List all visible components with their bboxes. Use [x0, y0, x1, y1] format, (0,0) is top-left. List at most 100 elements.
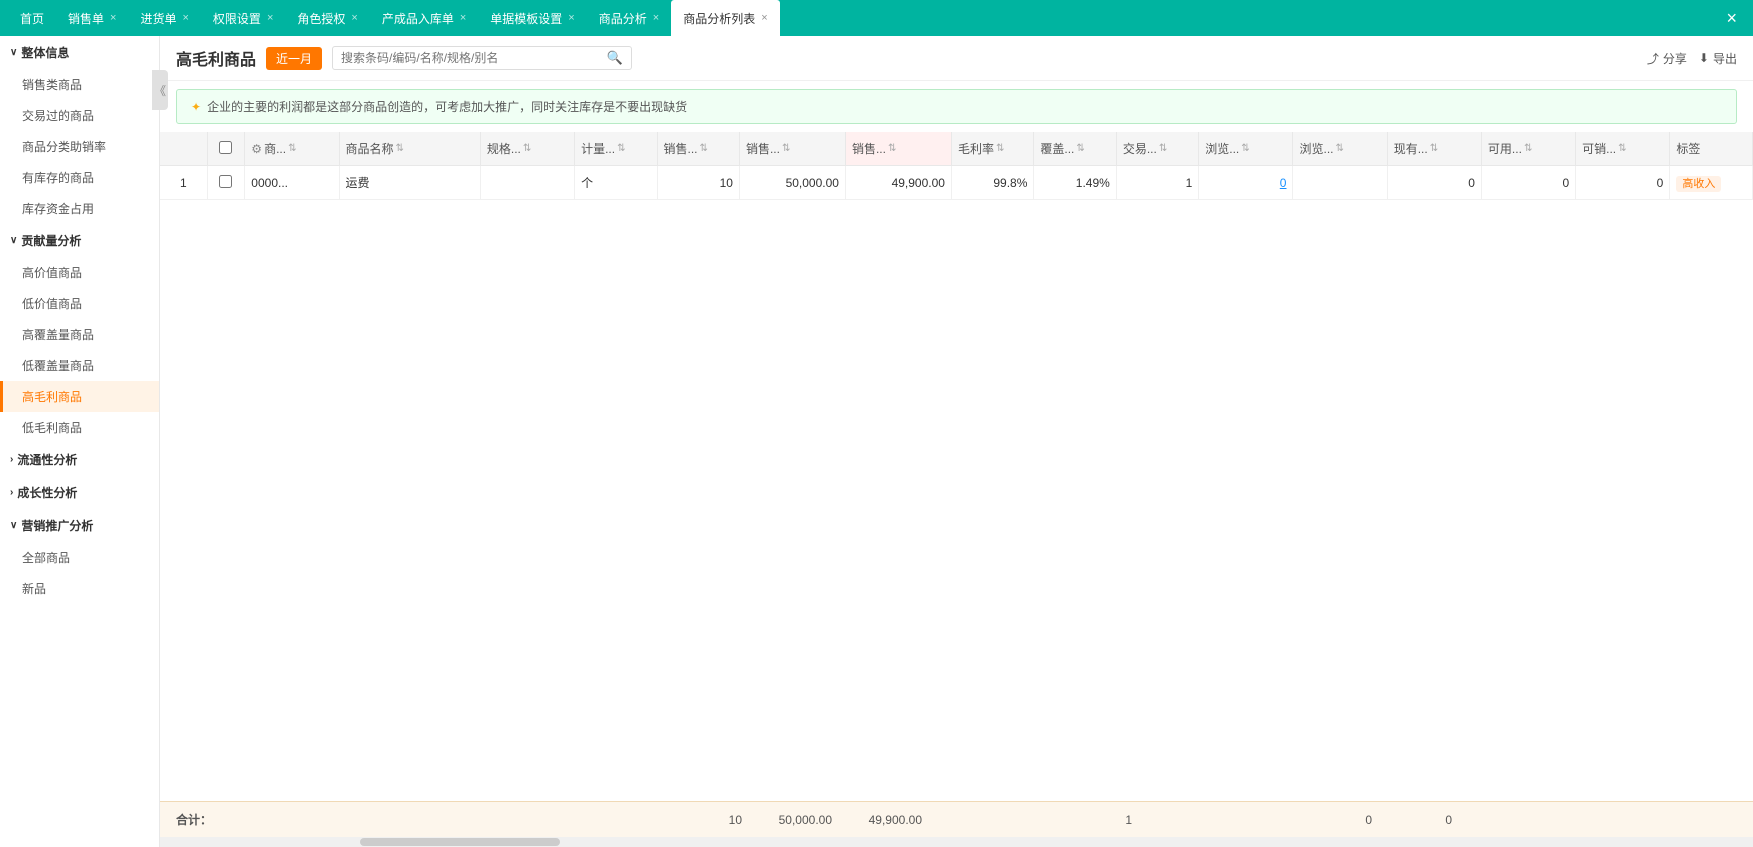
sidebar-group-liquidity[interactable]: › 流通性分析	[0, 443, 159, 476]
footer-sales-amt: 50,000.00	[748, 813, 838, 827]
tab-permission[interactable]: 权限设置 ×	[201, 0, 285, 36]
footer-label: 合计：	[176, 811, 296, 828]
sidebar-item-sales-goods[interactable]: 销售类商品	[0, 69, 159, 100]
sidebar-item-low-value[interactable]: 低价值商品	[0, 288, 159, 319]
tab-home[interactable]: 首页	[8, 0, 56, 36]
close-icon[interactable]: ×	[182, 12, 188, 24]
tab-role[interactable]: 角色授权 ×	[285, 0, 369, 36]
cell-stock1: 0	[1387, 166, 1481, 200]
sort-icon[interactable]: ⇅	[1159, 143, 1167, 154]
sort-icon[interactable]: ⇅	[523, 143, 531, 154]
sidebar-item-new-goods[interactable]: 新品	[0, 573, 159, 604]
col-header-check	[207, 132, 245, 166]
sidebar-item-high-margin[interactable]: 高毛利商品	[0, 381, 159, 412]
tab-template[interactable]: 单据模板设置 ×	[478, 0, 586, 36]
cell-gross-rate: 99.8%	[951, 166, 1033, 200]
col-header-spec: 规格... ⇅	[480, 132, 574, 166]
col-header-settings: ⚙ 商... ⇅	[245, 132, 339, 166]
sort-icon[interactable]: ⇅	[1430, 143, 1438, 154]
main-layout: ∨ 整体信息 销售类商品 交易过的商品 商品分类助销率 有库存的商品 库存资金占…	[0, 36, 1753, 847]
tab-purchase[interactable]: 进货单 ×	[128, 0, 200, 36]
cell-num: 1	[160, 166, 207, 200]
select-all-checkbox[interactable]	[219, 141, 232, 154]
sidebar-group-marketing[interactable]: ∨ 营销推广分析	[0, 509, 159, 542]
sort-icon[interactable]: ⇅	[996, 143, 1004, 154]
horizontal-scrollbar[interactable]	[160, 837, 1753, 847]
sidebar-item-category-rate[interactable]: 商品分类助销率	[0, 131, 159, 162]
share-button[interactable]: ⤴ 分享	[1647, 50, 1687, 67]
footer-stock1: 0	[1298, 813, 1378, 827]
chevron-right-icon: ›	[10, 487, 13, 498]
footer-trade: 1	[1068, 813, 1138, 827]
col-label-spec: 规格...	[487, 140, 521, 157]
sidebar-item-high-value[interactable]: 高价值商品	[0, 257, 159, 288]
sidebar-item-low-margin[interactable]: 低毛利商品	[0, 412, 159, 443]
content-area: 高毛利商品 近一月 🔍 ⤴ 分享 ⬇ 导出 ✦ 企业的主要的利润都是这部分商品创…	[160, 36, 1753, 847]
col-label-browse1: 浏览...	[1205, 140, 1239, 157]
close-icon[interactable]: ×	[460, 12, 466, 24]
sidebar-item-stock-capital[interactable]: 库存资金占用	[0, 193, 159, 224]
tab-product-analysis[interactable]: 商品分析 ×	[587, 0, 671, 36]
sort-icon[interactable]: ⇅	[1076, 143, 1084, 154]
cell-sales-amt: 50,000.00	[739, 166, 845, 200]
col-header-gross: 毛利率 ⇅	[951, 132, 1033, 166]
sort-icon[interactable]: ⇅	[1241, 143, 1249, 154]
time-filter-button[interactable]: 近一月	[266, 47, 322, 70]
close-icon[interactable]: ×	[568, 12, 574, 24]
sidebar-item-low-coverage[interactable]: 低覆盖量商品	[0, 350, 159, 381]
export-button[interactable]: ⬇ 导出	[1699, 50, 1737, 67]
cell-name: 运费	[339, 166, 480, 200]
sidebar-group-overall[interactable]: ∨ 整体信息	[0, 36, 159, 69]
col-label-name: 商品名称	[346, 140, 394, 157]
window-close-button[interactable]: ×	[1718, 8, 1745, 29]
search-icon[interactable]: 🔍	[607, 50, 623, 66]
tab-sales[interactable]: 销售单 ×	[56, 0, 128, 36]
col-header-sales-qty: 销售... ⇅	[657, 132, 739, 166]
cell-cover-rate: 1.49%	[1034, 166, 1116, 200]
col-header-trade: 交易... ⇅	[1116, 132, 1198, 166]
col-label-browse2: 浏览...	[1299, 140, 1333, 157]
close-icon[interactable]: ×	[351, 12, 357, 24]
sort-icon[interactable]: ⇅	[396, 143, 404, 154]
sort-icon[interactable]: ⇅	[1336, 143, 1344, 154]
cell-unit: 个	[575, 166, 657, 200]
tab-product-inbound[interactable]: 产成品入库单 ×	[370, 0, 478, 36]
chevron-down-icon: ∨	[10, 520, 17, 531]
scroll-thumb[interactable]	[360, 838, 560, 846]
tab-product-analysis-list[interactable]: 商品分析列表 ×	[671, 0, 779, 36]
sidebar-item-traded-goods[interactable]: 交易过的商品	[0, 100, 159, 131]
col-header-cover: 覆盖... ⇅	[1034, 132, 1116, 166]
col-label-sales-cost: 销售...	[852, 140, 886, 157]
col-label-tag: 标签	[1676, 142, 1700, 156]
sidebar-group-growth[interactable]: › 成长性分析	[0, 476, 159, 509]
sidebar-item-high-coverage[interactable]: 高覆盖量商品	[0, 319, 159, 350]
close-icon[interactable]: ×	[267, 12, 273, 24]
sort-icon[interactable]: ⇅	[288, 143, 296, 154]
cell-browse2	[1293, 166, 1387, 200]
row-checkbox[interactable]	[219, 175, 232, 188]
sidebar-group-contribution[interactable]: ∨ 贡献量分析	[0, 224, 159, 257]
close-icon[interactable]: ×	[110, 12, 116, 24]
sort-icon[interactable]: ⇅	[617, 143, 625, 154]
sort-icon[interactable]: ⇅	[700, 143, 708, 154]
close-icon[interactable]: ×	[653, 12, 659, 24]
sort-icon[interactable]: ⇅	[888, 143, 896, 154]
cell-browse1: 0	[1199, 166, 1293, 200]
search-box: 🔍	[332, 46, 632, 70]
cell-sku: 0000...	[245, 166, 339, 200]
sidebar-item-all-goods[interactable]: 全部商品	[0, 542, 159, 573]
col-label-sku: 商...	[264, 140, 286, 157]
col-header-tag: 标签	[1670, 132, 1753, 166]
share-icon: ⤴	[1647, 50, 1659, 67]
sidebar-collapse-button[interactable]: 《	[152, 70, 168, 110]
sort-icon[interactable]: ⇅	[1618, 143, 1626, 154]
data-table: ⚙ 商... ⇅ 商品名称 ⇅	[160, 132, 1753, 200]
sort-icon[interactable]: ⇅	[1524, 143, 1532, 154]
browse1-link[interactable]: 0	[1280, 176, 1287, 190]
gear-icon[interactable]: ⚙	[251, 142, 262, 156]
cell-stock2: 0	[1481, 166, 1575, 200]
search-input[interactable]	[341, 51, 607, 65]
sort-icon[interactable]: ⇅	[782, 143, 790, 154]
close-icon[interactable]: ×	[761, 12, 767, 24]
sidebar-item-in-stock[interactable]: 有库存的商品	[0, 162, 159, 193]
